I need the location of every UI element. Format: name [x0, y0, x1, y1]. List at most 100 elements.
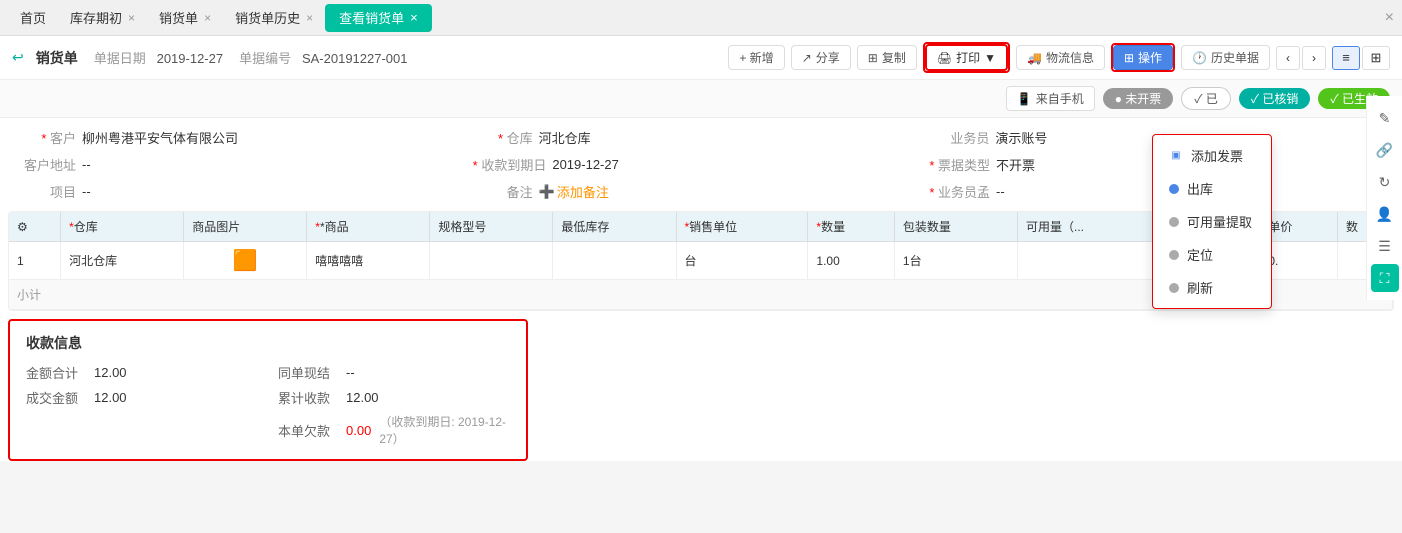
row-qty: 1.00	[808, 242, 894, 280]
row-pack: 1台	[894, 242, 1017, 280]
col-settings[interactable]: ⚙	[9, 212, 61, 242]
tab-sales-close[interactable]: ×	[204, 11, 211, 25]
row-image: 🟧	[184, 242, 307, 280]
col-min-stock: 最低库存	[553, 212, 676, 242]
tab-history[interactable]: 销货单历史 ×	[223, 4, 325, 32]
overdue-item: 本单欠款 0.00 （收款到期日: 2019-12-27）	[278, 413, 510, 447]
add-invoice-label: 添加发票	[1191, 146, 1243, 165]
list-view-btn[interactable]: ≡	[1332, 46, 1360, 70]
tab-home-label: 首页	[20, 8, 46, 27]
operation-dropdown: ▣ 添加发票 出库 可用量提取 定位 刷新	[1152, 134, 1272, 309]
copy-icon: ⊞	[868, 51, 878, 65]
grid-view-btn[interactable]: ⊞	[1362, 46, 1390, 70]
payment-date-label: 收款到期日	[473, 155, 547, 174]
col-warehouse: *仓库	[61, 212, 184, 242]
locate-item[interactable]: 定位	[1153, 238, 1271, 271]
phone-icon: 📱	[1017, 92, 1032, 106]
share-button[interactable]: ↗ 分享	[791, 45, 851, 70]
check-button[interactable]: ✓ 已	[1181, 87, 1231, 110]
list-sidebar-icon[interactable]: ☰	[1371, 232, 1399, 260]
customer-value: 柳州粤港平安气体有限公司	[82, 128, 238, 147]
col-unit: *销售单位	[676, 212, 808, 242]
col-product: **商品	[307, 212, 430, 242]
new-button[interactable]: + 新增	[728, 45, 784, 70]
toolbar-right: + 新增 ↗ 分享 ⊞ 复制 🖨 打印 ▼ 🚚	[728, 42, 1390, 73]
date-label: 单据日期 2019-12-27	[94, 48, 223, 67]
col-available: 可用量（...	[1017, 212, 1159, 242]
refresh-item[interactable]: 刷新	[1153, 271, 1271, 304]
customer-row: 客户 柳州粤港平安气体有限公司	[16, 128, 473, 147]
history-button[interactable]: 🕐 历史单据	[1181, 45, 1270, 70]
staff-label: 业务员	[929, 128, 989, 147]
cumulative-value: 12.00	[346, 390, 379, 405]
payment-date-value: 2019-12-27	[552, 157, 619, 172]
payment-date-row: 收款到期日 2019-12-27	[473, 155, 930, 174]
invoice-type-label: 票据类型	[929, 155, 990, 174]
tab-sales-label: 销货单	[159, 8, 198, 27]
overdue-note: （收款到期日: 2019-12-27）	[379, 413, 510, 447]
note-row: 备注 ➕ 添加备注	[473, 182, 930, 201]
link-sidebar-icon[interactable]: 🔗	[1371, 136, 1399, 164]
outbound-item[interactable]: 出库	[1153, 172, 1271, 205]
add-note-button[interactable]: ➕ 添加备注	[539, 182, 609, 201]
history-icon: 🕐	[1192, 51, 1207, 65]
prev-arrow[interactable]: ‹	[1276, 46, 1300, 70]
row-warehouse: 河北仓库	[61, 242, 184, 280]
print-button[interactable]: 🖨 打印 ▼	[925, 44, 1008, 71]
logistics-button[interactable]: 🚚 物流信息	[1016, 45, 1105, 70]
view-toggle: ≡ ⊞	[1332, 46, 1390, 70]
row-unit: 台	[676, 242, 808, 280]
tab-home[interactable]: 首页	[8, 4, 58, 32]
invoice-icon: ▣	[1169, 149, 1183, 163]
global-close-button[interactable]: ×	[1385, 9, 1394, 27]
same-order-value: --	[346, 365, 355, 380]
edit-sidebar-icon[interactable]: ✎	[1371, 104, 1399, 132]
add-invoice-item[interactable]: ▣ 添加发票	[1153, 139, 1271, 172]
customer-label: 客户	[16, 128, 76, 147]
status-dot: ●	[1115, 92, 1122, 106]
tab-inventory-label: 库存期初	[70, 8, 122, 27]
tab-history-close[interactable]: ×	[306, 11, 313, 25]
total-value: 12.00	[94, 365, 127, 380]
cumulative-item: 累计收款 12.00	[278, 388, 510, 407]
locate-label: 定位	[1187, 245, 1213, 264]
project-value: --	[82, 184, 91, 199]
fullscreen-sidebar-icon[interactable]: ⛶	[1371, 264, 1399, 292]
available-qty-label: 可用量提取	[1187, 212, 1252, 231]
tab-inventory-close[interactable]: ×	[128, 11, 135, 25]
sold-button[interactable]: ✓ 已核销	[1239, 88, 1311, 109]
doc-icon: ↩	[12, 49, 24, 66]
print-icon: 🖨	[937, 51, 952, 65]
deal-amount-value: 12.00	[94, 390, 127, 405]
print-dropdown-icon: ▼	[984, 51, 996, 65]
no-label: 单据编号 SA-20191227-001	[239, 48, 407, 67]
rotate-sidebar-icon[interactable]: ↻	[1371, 168, 1399, 196]
tab-view-sales-close[interactable]: ×	[410, 10, 418, 25]
row-no: 1	[9, 242, 61, 280]
summary-grid: 金额合计 12.00 同单现结 -- 成交金额 12.00 累计收款 12.00…	[26, 363, 510, 447]
row-spec	[430, 242, 553, 280]
address-row: 客户地址 --	[16, 155, 473, 174]
outbound-label: 出库	[1187, 179, 1213, 198]
refresh-icon	[1169, 283, 1179, 293]
user-sidebar-icon[interactable]: 👤	[1371, 200, 1399, 228]
phone-button[interactable]: 📱 来自手机	[1006, 86, 1095, 111]
col-qty: *数量	[808, 212, 894, 242]
tab-view-sales[interactable]: 查看销货单 ×	[325, 4, 432, 32]
status-button[interactable]: ● 未开票	[1103, 88, 1174, 109]
total-label: 金额合计	[26, 363, 86, 382]
copy-button[interactable]: ⊞ 复制	[857, 45, 917, 70]
tab-sales[interactable]: 销货单 ×	[147, 4, 223, 32]
row-product: 嘻嘻嘻嘻	[307, 242, 430, 280]
same-order-item: 同单现结 --	[278, 363, 510, 382]
share-icon: ↗	[802, 51, 812, 65]
col-spec: 规格型号	[430, 212, 553, 242]
next-arrow[interactable]: ›	[1302, 46, 1326, 70]
available-qty-item[interactable]: 可用量提取	[1153, 205, 1271, 238]
sold-icon: ✓	[1251, 92, 1259, 106]
date-value: 2019-12-27	[157, 51, 224, 66]
tab-inventory[interactable]: 库存期初 ×	[58, 4, 147, 32]
operation-button[interactable]: ⊞ 操作	[1113, 45, 1173, 70]
deal-amount-label: 成交金额	[26, 388, 86, 407]
row-min-stock	[553, 242, 676, 280]
